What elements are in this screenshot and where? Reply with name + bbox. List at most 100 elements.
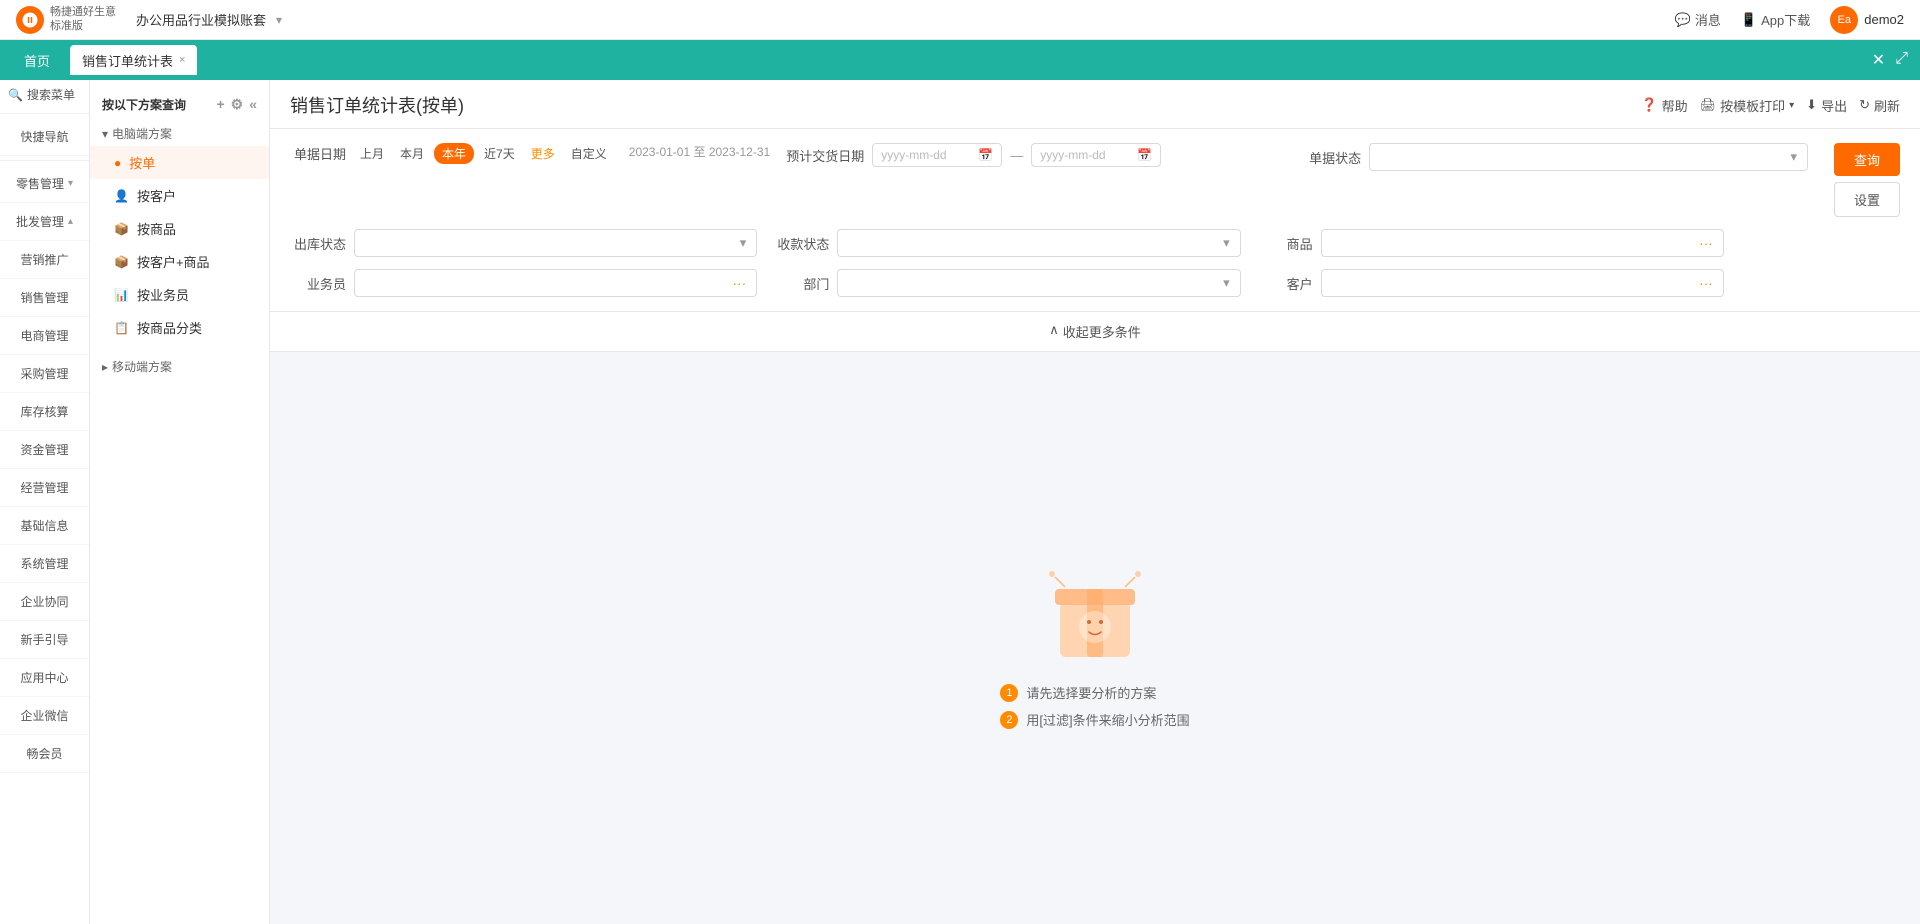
window-close-button[interactable]: ✕ [1872, 50, 1885, 70]
panel-item-by-customer[interactable]: 👤 按客户 [90, 179, 269, 212]
sidebar-item-member[interactable]: 畅会员 [0, 735, 89, 773]
chevron-down-icon: ▾ [68, 178, 73, 189]
tab-bar-actions: ✕ ⤢ [1872, 50, 1908, 70]
empty-illustration [1035, 547, 1155, 667]
chevron-down-icon: ▾ [1223, 275, 1230, 291]
calendar-icon-end: 📅 [1137, 148, 1152, 162]
date-label: 单据日期 [290, 144, 346, 163]
department-group: 部门 ▾ [773, 269, 1240, 297]
filter-actions: 查询 设置 [1834, 143, 1900, 217]
tab-sales-order-stats[interactable]: 销售订单统计表 × [70, 45, 197, 75]
customer-icon: 👤 [114, 189, 129, 203]
sidebar-item-enterprise[interactable]: 企业协同 [0, 583, 89, 621]
message-button[interactable]: 💬 消息 [1675, 10, 1721, 29]
top-bar-right: 💬 消息 📱 App下载 Ea demo2 [1675, 6, 1904, 34]
print-icon: 🖨 [1700, 97, 1717, 113]
help-button[interactable]: ❓ 帮助 [1641, 96, 1687, 115]
sidebar-item-system[interactable]: 系统管理 [0, 545, 89, 583]
sidebar-quick-nav[interactable]: 快捷导航 [0, 118, 89, 156]
sidebar-item-purchase[interactable]: 采购管理 [0, 355, 89, 393]
customer-input[interactable]: ··· [1321, 269, 1724, 297]
panel-group-mobile[interactable]: ▸ 移动端方案 [90, 352, 269, 379]
panel-item-by-goods[interactable]: 📦 按商品 [90, 212, 269, 245]
refresh-button[interactable]: ↻ 刷新 [1859, 96, 1900, 115]
empty-step-1: 1 请先选择要分析的方案 [1000, 683, 1189, 702]
logo-area: 畅捷通好生意 标准版 [16, 6, 116, 34]
tab-close-button[interactable]: × [179, 54, 185, 66]
refresh-icon: ↻ [1859, 97, 1870, 113]
empty-state: 1 请先选择要分析的方案 2 用[过滤]条件来缩小分析范围 [270, 352, 1920, 924]
sidebar-item-appcenter[interactable]: 应用中心 [0, 659, 89, 697]
query-button[interactable]: 查询 [1834, 143, 1900, 176]
print-button[interactable]: 🖨 按模板打印 ▾ [1700, 96, 1795, 115]
sidebar-item-corpwx[interactable]: 企业微信 [0, 697, 89, 735]
order-status-select[interactable]: ▾ [1369, 143, 1808, 171]
more-date-btn[interactable]: 更多 [525, 143, 561, 164]
payment-status-select[interactable]: ▾ [837, 229, 1240, 257]
panel-item-by-customer-goods[interactable]: 📦 按客户+商品 [90, 245, 269, 278]
more-icon: ··· [732, 275, 746, 291]
download-icon: 📱 [1741, 12, 1757, 28]
customer-group: 客户 ··· [1257, 269, 1724, 297]
sidebar-item-operations[interactable]: 经营管理 [0, 469, 89, 507]
sidebar-item-sales[interactable]: 销售管理 [0, 279, 89, 317]
sidebar-item-finance[interactable]: 资金管理 [0, 431, 89, 469]
sidebar-item-marketing[interactable]: 营销推广 [0, 241, 89, 279]
panel-group-pc[interactable]: ▾ 电脑端方案 [90, 119, 269, 146]
page-title: 销售订单统计表(按单) [290, 92, 464, 118]
shipping-status-select[interactable]: ▾ [354, 229, 757, 257]
sidebar-item-ecommerce[interactable]: 电商管理 [0, 317, 89, 355]
panel-item-by-goods-category[interactable]: 📋 按商品分类 [90, 311, 269, 344]
filter-area: 单据日期 上月 本月 本年 近7天 更多 自定义 2023-01-01 至 20… [270, 129, 1920, 312]
chevron-down-icon: ▾ [1790, 149, 1797, 165]
collapse-bar[interactable]: ∧ 收起更多条件 [270, 312, 1920, 352]
add-scheme-button[interactable]: + [216, 96, 224, 113]
goods-input[interactable]: ··· [1321, 229, 1724, 257]
logo-icon [16, 6, 44, 34]
panel-item-by-order[interactable]: ● 按单 [90, 146, 269, 179]
app-download-button[interactable]: 📱 App下载 [1741, 10, 1810, 29]
top-bar: 畅捷通好生意 标准版 办公用品行业模拟账套 ▾ 💬 消息 📱 App下载 Ea … [0, 0, 1920, 40]
print-arrow-icon: ▾ [1789, 100, 1794, 111]
salesman-icon: 📊 [114, 288, 129, 302]
sidebar-item-wholesale[interactable]: 批发管理 ▴ [0, 203, 89, 241]
order-icon: ● [114, 156, 121, 170]
custom-date-btn[interactable]: 自定义 [565, 143, 613, 164]
last7days-btn[interactable]: 近7天 [478, 143, 521, 164]
date-range-display: 2023-01-01 至 2023-12-31 [629, 143, 770, 160]
department-select[interactable]: ▾ [837, 269, 1240, 297]
empty-svg [1035, 547, 1155, 667]
content-area: 销售订单统计表(按单) ❓ 帮助 🖨 按模板打印 ▾ ⬇ 导出 ↻ 刷新 [270, 80, 1920, 924]
divider [0, 160, 89, 161]
panel-item-by-salesman[interactable]: 📊 按业务员 [90, 278, 269, 311]
this-year-btn[interactable]: 本年 [434, 143, 474, 164]
customer-label: 客户 [1257, 274, 1313, 293]
search-menu-button[interactable]: 🔍 搜索菜单 [0, 80, 89, 109]
export-button[interactable]: ⬇ 导出 [1806, 96, 1847, 115]
settings-button[interactable]: 设置 [1834, 182, 1900, 217]
sidebar-item-newbie[interactable]: 新手引导 [0, 621, 89, 659]
expected-date-end[interactable]: yyyy-mm-dd 📅 [1031, 143, 1161, 167]
expected-date-start[interactable]: yyyy-mm-dd 📅 [872, 143, 1002, 167]
window-maximize-button[interactable]: ⤢ [1895, 50, 1908, 70]
main-layout: 🔍 搜索菜单 快捷导航 零售管理 ▾ 批发管理 ▴ 营销推广 销售管理 电商管理… [0, 80, 1920, 924]
settings-scheme-button[interactable]: ⚙ [231, 96, 244, 113]
goods-label: 商品 [1257, 234, 1313, 253]
export-icon: ⬇ [1806, 97, 1817, 113]
this-month-btn[interactable]: 本月 [394, 143, 430, 164]
tab-home[interactable]: 首页 [8, 40, 66, 80]
collapse-panel-button[interactable]: « [249, 96, 257, 113]
salesman-label: 业务员 [290, 274, 346, 293]
salesman-input[interactable]: ··· [354, 269, 757, 297]
divider [0, 113, 89, 114]
sidebar: 🔍 搜索菜单 快捷导航 零售管理 ▾ 批发管理 ▴ 营销推广 销售管理 电商管理… [0, 80, 90, 924]
goods-icon: 📦 [114, 222, 129, 236]
sidebar-item-inventory[interactable]: 库存核算 [0, 393, 89, 431]
user-profile[interactable]: Ea demo2 [1830, 6, 1904, 34]
empty-step-2: 2 用[过滤]条件来缩小分析范围 [1000, 710, 1189, 729]
sidebar-item-basic[interactable]: 基础信息 [0, 507, 89, 545]
customer-goods-icon: 📦 [114, 255, 129, 269]
last-month-btn[interactable]: 上月 [354, 143, 390, 164]
sidebar-item-retail[interactable]: 零售管理 ▾ [0, 165, 89, 203]
more-icon: ··· [1699, 235, 1713, 251]
